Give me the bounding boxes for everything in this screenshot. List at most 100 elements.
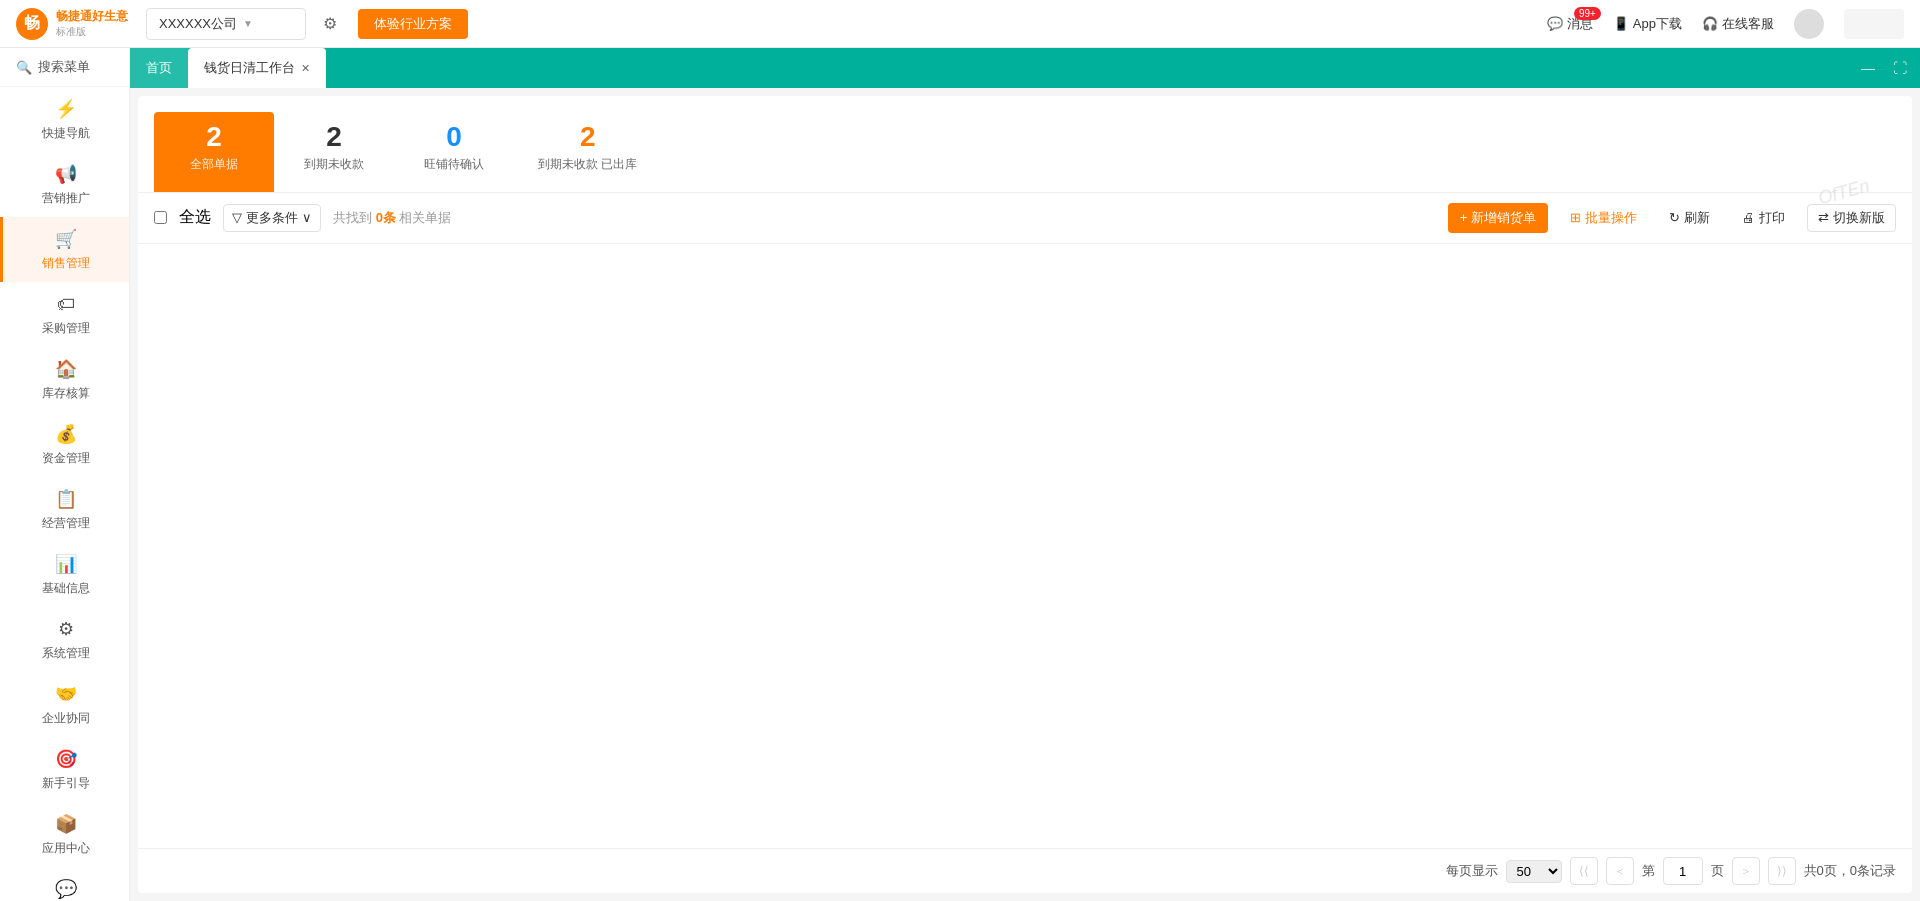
refresh-btn[interactable]: ↻ 刷新 (1659, 205, 1720, 231)
refresh-icon: ↻ (1669, 210, 1680, 225)
stat-label-overdue: 到期未收款 (304, 156, 364, 173)
chevron-down-icon: ▼ (243, 18, 253, 29)
finance-icon: 💰 (54, 422, 78, 446)
stat-card-wangpu[interactable]: 0 旺铺待确认 (394, 112, 514, 192)
stat-number-overdue: 2 (326, 120, 342, 154)
tab-workbench[interactable]: 钱货日清工作台 ✕ (188, 48, 326, 88)
search-icon: 🔍 (16, 60, 32, 75)
found-count: 0条 (376, 210, 396, 225)
base-info-icon: 📊 (54, 552, 78, 576)
main-layout: 🔍 搜索菜单 ⚡ 快捷导航 📢 营销推广 🛒 销售管理 🏷 采购管理 🏠 库存核… (0, 48, 1920, 901)
page-suffix: 页 (1711, 862, 1724, 880)
company-name: XXXXXX公司 (159, 15, 237, 33)
per-page-select[interactable]: 50 100 200 (1506, 860, 1562, 883)
select-all-label: 全选 (179, 207, 211, 228)
sidebar-item-purchase[interactable]: 🏷 采购管理 (0, 282, 129, 347)
batch-operation-btn[interactable]: ⊞ 批量操作 (1560, 205, 1647, 231)
sidebar-item-operations[interactable]: 📋 经营管理 (0, 477, 129, 542)
search-menu-label: 搜索菜单 (38, 58, 90, 76)
sidebar-item-label: 采购管理 (42, 320, 90, 337)
sidebar-item-inventory[interactable]: 🏠 库存核算 (0, 347, 129, 412)
download-icon: 📱 (1613, 16, 1629, 31)
page-number-input[interactable] (1663, 857, 1703, 885)
trial-button[interactable]: 体验行业方案 (358, 9, 468, 39)
add-order-button[interactable]: + 新增销货单 (1448, 203, 1548, 233)
page-label: 第 (1642, 862, 1655, 880)
message-btn[interactable]: 💬 消息 99+ (1547, 15, 1593, 33)
tab-home[interactable]: 首页 (130, 48, 188, 88)
filter-icon: ▽ (232, 210, 242, 225)
per-page-label: 每页显示 (1446, 862, 1498, 880)
stat-number-shipped: 2 (580, 120, 596, 154)
app-version: 标准版 (56, 25, 128, 38)
toolbar-right: + 新增销货单 ⊞ 批量操作 ↻ 刷新 🖨 打印 ⇄ (1448, 203, 1896, 233)
stat-label-shipped: 到期未收款 已出库 (538, 156, 637, 173)
last-page-btn[interactable]: ⟩⟩ (1768, 857, 1796, 885)
print-btn[interactable]: 🖨 打印 (1732, 205, 1795, 231)
sidebar-item-quick-nav[interactable]: ⚡ 快捷导航 (0, 87, 129, 152)
tab-bar: 首页 钱货日清工作台 ✕ — ⛶ (130, 48, 1920, 88)
stats-bar: 2 全部单据 2 到期未收款 0 旺铺待确认 2 到期未收款 已出库 (138, 96, 1912, 193)
tab-maximize-btn[interactable]: ⛶ (1888, 56, 1912, 80)
sidebar-item-label: 企业协同 (42, 710, 90, 727)
enterprise-icon: 🤝 (54, 682, 78, 706)
tab-home-label: 首页 (146, 59, 172, 77)
sidebar-item-label: 库存核算 (42, 385, 90, 402)
inventory-icon: 🏠 (54, 357, 78, 381)
logo-area: 畅 畅捷通好生意 标准版 (16, 8, 146, 40)
sidebar-item-sales[interactable]: 🛒 销售管理 (0, 217, 129, 282)
print-icon: 🖨 (1742, 210, 1755, 225)
avatar[interactable] (1794, 9, 1824, 39)
stat-label-all: 全部单据 (190, 156, 238, 173)
page-content: 2 全部单据 2 到期未收款 0 旺铺待确认 2 到期未收款 已出库 (138, 96, 1912, 893)
sidebar-item-label: 快捷导航 (42, 125, 90, 142)
settings-icon[interactable]: ⚙ (314, 8, 346, 40)
header-right: 💬 消息 99+ 📱 App下载 🎧 在线客服 (1547, 9, 1904, 39)
sidebar-item-wechat[interactable]: 💬 企业微信 (0, 867, 129, 901)
tab-minimize-btn[interactable]: — (1856, 56, 1880, 80)
sidebar-item-system[interactable]: ⚙ 系统管理 (0, 607, 129, 672)
switch-version-btn[interactable]: ⇄ 切换新版 (1807, 204, 1896, 232)
sidebar-item-label: 基础信息 (42, 580, 90, 597)
first-page-btn[interactable]: ⟨⟨ (1570, 857, 1598, 885)
stat-card-overdue[interactable]: 2 到期未收款 (274, 112, 394, 192)
user-name[interactable] (1844, 9, 1904, 39)
app-name: 畅捷通好生意 (56, 9, 128, 25)
system-icon: ⚙ (54, 617, 78, 641)
switch-label: 切换新版 (1833, 209, 1885, 227)
stat-card-shipped[interactable]: 2 到期未收款 已出库 (514, 112, 661, 192)
prev-page-btn[interactable]: ＜ (1606, 857, 1634, 885)
tab-workbench-label: 钱货日清工作台 (204, 59, 295, 77)
stat-label-wangpu: 旺铺待确认 (424, 156, 484, 173)
sidebar-item-label: 资金管理 (42, 450, 90, 467)
logo-text: 畅捷通好生意 标准版 (56, 9, 128, 38)
app-download-btn[interactable]: 📱 App下载 (1613, 15, 1682, 33)
sidebar-item-label: 销售管理 (42, 255, 90, 272)
search-menu-item[interactable]: 🔍 搜索菜单 (0, 48, 129, 87)
filter-button[interactable]: ▽ 更多条件 ∨ (223, 204, 321, 232)
online-service-btn[interactable]: 🎧 在线客服 (1702, 15, 1774, 33)
pagination-bar: 每页显示 50 100 200 ⟨⟨ ＜ 第 页 ＞ ⟩⟩ 共0页，0条记录 (138, 848, 1912, 893)
logo-icon: 畅 (16, 8, 48, 40)
sidebar-item-marketing[interactable]: 📢 营销推广 (0, 152, 129, 217)
sidebar-item-base-info[interactable]: 📊 基础信息 (0, 542, 129, 607)
next-page-btn[interactable]: ＞ (1732, 857, 1760, 885)
quick-nav-icon: ⚡ (54, 97, 78, 121)
sidebar-item-enterprise[interactable]: 🤝 企业协同 (0, 672, 129, 737)
select-all-checkbox[interactable] (154, 211, 167, 224)
app-download-label: App下载 (1633, 15, 1682, 33)
found-text: 共找到 0条 相关单据 (333, 209, 451, 227)
sidebar-item-guide[interactable]: 🎯 新手引导 (0, 737, 129, 802)
header: 畅 畅捷通好生意 标准版 XXXXXX公司 ▼ ⚙ 体验行业方案 💬 消息 99… (0, 0, 1920, 48)
company-selector[interactable]: XXXXXX公司 ▼ (146, 8, 306, 40)
stat-card-all[interactable]: 2 全部单据 (154, 112, 274, 192)
table-area (138, 244, 1912, 848)
sidebar-item-app-center[interactable]: 📦 应用中心 (0, 802, 129, 867)
stat-number-wangpu: 0 (446, 120, 462, 154)
chevron-icon: ∨ (302, 210, 312, 225)
tab-controls: — ⛶ (1856, 56, 1920, 80)
filter-label: 更多条件 (246, 209, 298, 227)
sidebar-item-label: 系统管理 (42, 645, 90, 662)
sidebar-item-finance[interactable]: 💰 资金管理 (0, 412, 129, 477)
tab-close-icon[interactable]: ✕ (301, 62, 310, 75)
